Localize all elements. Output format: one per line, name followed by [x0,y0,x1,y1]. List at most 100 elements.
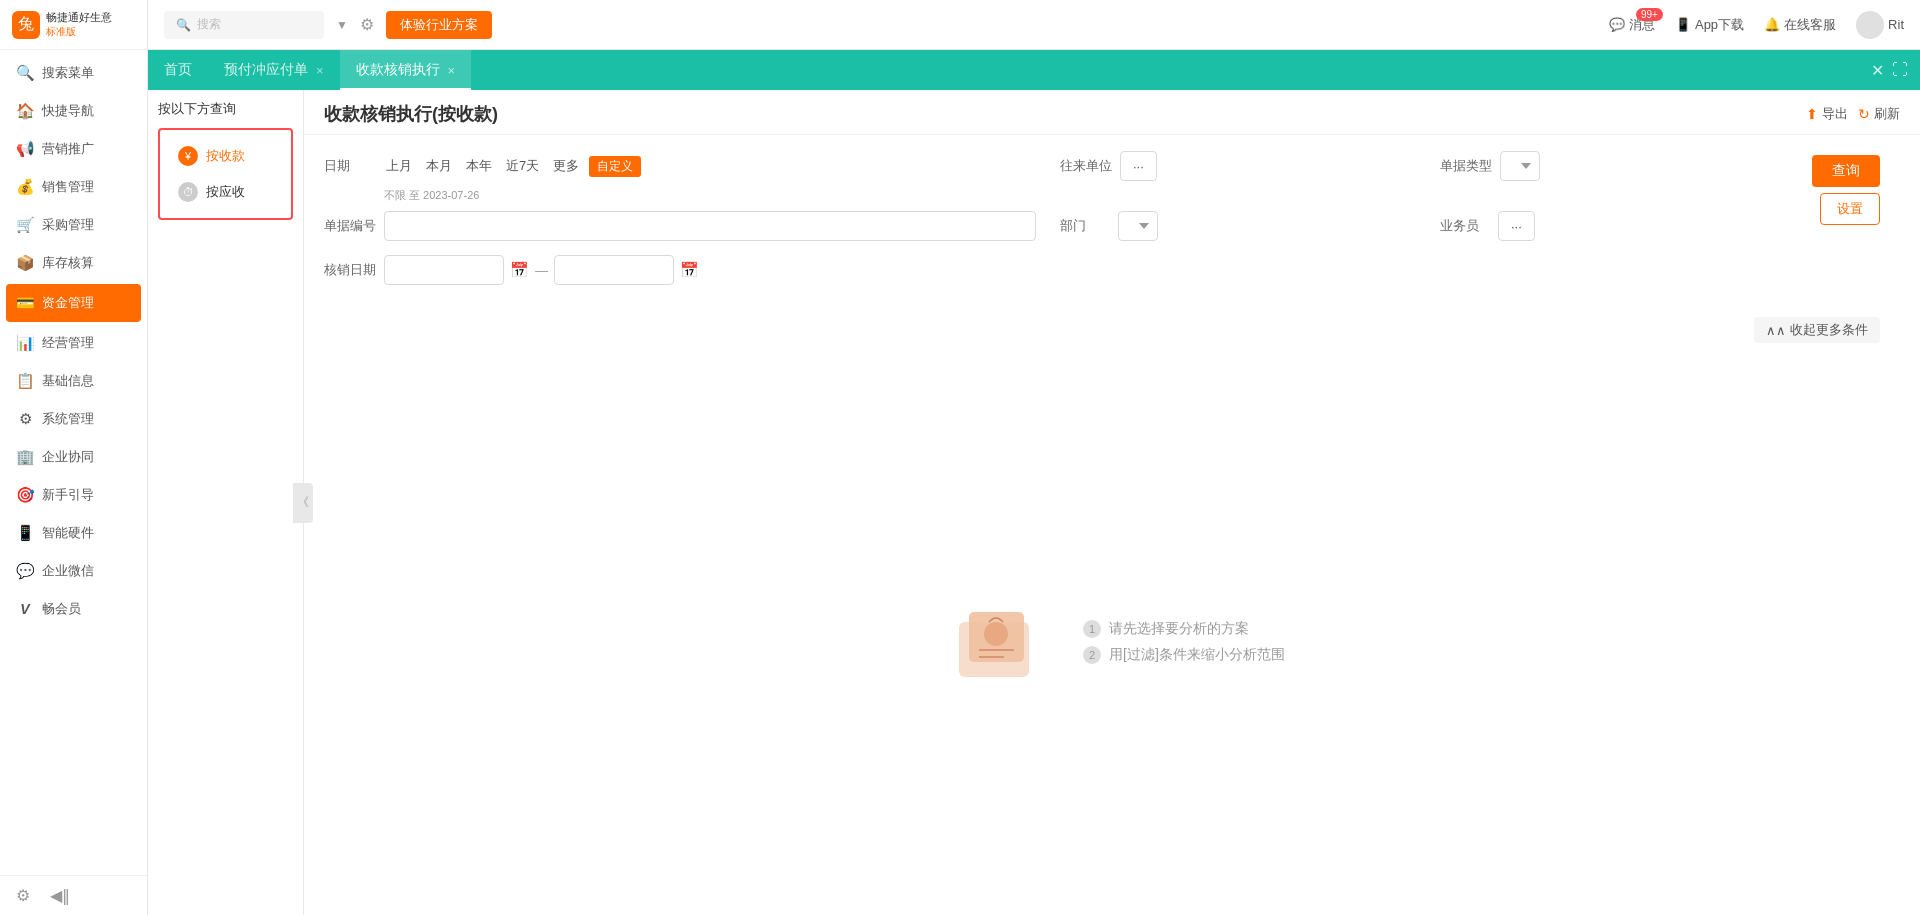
collapse-sidebar-icon[interactable]: ◀‖ [50,886,70,905]
main-content: 收款核销执行(按收款) ⬆ 导出 ↻ 刷新 [304,90,1920,915]
date-this-month[interactable]: 本月 [422,155,456,177]
verify-date-end[interactable]: 2023-07-21 [554,255,674,285]
empty-illustration [939,592,1059,692]
page-header: 收款核销执行(按收款) ⬆ 导出 ↻ 刷新 [304,90,1920,135]
query-btn-group: 查询 设置 [1812,151,1900,225]
filter-by-collection[interactable]: ¥ 按收款 [168,138,283,174]
collapse-filter-btn[interactable]: 《 [293,483,313,523]
tab-collection-verify[interactable]: 收款核销执行 × [340,50,472,90]
verify-date-range: 2023-03-01 📅 — 2023-07-21 📅 [384,255,699,285]
sidebar-item-system[interactable]: ⚙ 系统管理 [0,400,147,438]
wechat-icon: 💬 [16,562,34,580]
verify-date-label: 核销日期 [324,261,376,279]
filter-panel: 按以下方查询 ¥ 按收款 ⏱ 按应收 《 [148,90,304,915]
date-custom-tag[interactable]: 自定义 [589,156,641,177]
collection-icon: ¥ [178,146,198,166]
date-this-year[interactable]: 本年 [462,155,496,177]
verify-end-cal-icon[interactable]: 📅 [680,261,699,279]
staff-label: 业务员 [1440,217,1490,235]
message-btn[interactable]: 💬 消息 99+ [1609,16,1655,34]
sidebar-item-hardware[interactable]: 📱 智能硬件 [0,514,147,552]
collapse-more-btn[interactable]: ∧∧ 收起更多条件 [1754,317,1880,343]
settings-bottom-icon[interactable]: ⚙ [16,886,30,905]
counterparty-input[interactable]: ··· [1120,151,1157,181]
search-placeholder: 搜索 [197,16,221,33]
sidebar-item-member[interactable]: V 畅会员 [0,590,147,628]
sidebar-item-sales[interactable]: 💰 销售管理 [0,168,147,206]
sidebar-item-wechat[interactable]: 💬 企业微信 [0,552,147,590]
date-label: 日期 [324,157,374,175]
form-row-2: 单据编号 部门 业务员 ··· [324,211,1796,241]
sidebar-item-marketing[interactable]: 📢 营销推广 [0,130,147,168]
export-btn[interactable]: ⬆ 导出 [1806,105,1848,123]
marketing-icon: 📢 [16,140,34,158]
refresh-btn[interactable]: ↻ 刷新 [1858,105,1900,123]
topbar: 🔍 搜索 ▼ ⚙ 体验行业方案 💬 消息 99+ 📱 App下载 🔔 在线客服 … [148,0,1920,50]
topbar-search[interactable]: 🔍 搜索 [164,11,324,39]
finance-icon: 💳 [16,294,34,312]
date-last-month[interactable]: 上月 [382,155,416,177]
form-row-3: 核销日期 2023-03-01 📅 — 2023-07-21 📅 [324,255,1796,285]
empty-text: 1 请先选择要分析的方案 2 用[过滤]条件来缩小分析范围 [1083,620,1285,664]
sidebar-item-guide[interactable]: 🎯 新手引导 [0,476,147,514]
bill-type-select[interactable] [1500,151,1540,181]
date-more[interactable]: 更多 [549,155,583,177]
settings-button[interactable]: 设置 [1820,193,1880,225]
form-row-1: 日期 上月 本月 本年 近7天 更多 自定义 [324,151,1796,181]
dept-select[interactable] [1118,211,1158,241]
member-icon: V [16,600,34,618]
sidebar-item-basic[interactable]: 📋 基础信息 [0,362,147,400]
receivable-icon: ⏱ [178,182,198,202]
sidebar-item-inventory[interactable]: 📦 库存核算 [0,244,147,282]
verify-date-start[interactable]: 2023-03-01 [384,255,504,285]
search-icon: 🔍 [16,64,34,82]
search-topbar-icon: 🔍 [176,18,191,32]
sidebar-item-purchase[interactable]: 🛒 采购管理 [0,206,147,244]
staff-input[interactable]: ··· [1498,211,1535,241]
export-icon: ⬆ [1806,106,1818,122]
user-avatar-area[interactable]: Rit [1856,11,1904,39]
empty-hint-1: 1 请先选择要分析的方案 [1083,620,1285,638]
bill-type-label: 单据类型 [1440,157,1492,175]
online-service-btn[interactable]: 🔔 在线客服 [1764,16,1836,34]
app-download-btn[interactable]: 📱 App下载 [1675,16,1744,34]
date-shortcuts: 上月 本月 本年 近7天 更多 自定义 [382,155,641,177]
tab-verify-close[interactable]: × [448,63,456,78]
sidebar-item-search-menu[interactable]: 🔍 搜索菜单 [0,54,147,92]
page-title: 收款核销执行(按收款) [324,102,498,126]
message-icon: 💬 [1609,17,1625,32]
verify-start-cal-icon[interactable]: 📅 [510,261,529,279]
refresh-icon: ↻ [1858,106,1870,122]
date-range-sub: 不限 至 2023-07-26 [384,189,479,201]
topbar-gear-icon[interactable]: ⚙ [360,15,374,34]
counterparty-label: 往来单位 [1060,157,1112,175]
sidebar-item-enterprise[interactable]: 🏢 企业协同 [0,438,147,476]
app-logo: 兔 畅捷通好生意 标准版 [0,0,147,50]
page-actions: ⬆ 导出 ↻ 刷新 [1806,105,1900,123]
tab-prepay-close[interactable]: × [316,63,324,78]
filter-by-receivable[interactable]: ⏱ 按应收 [168,174,283,210]
tabbar-actions: ✕ ⛶ [1871,61,1920,80]
query-button[interactable]: 查询 [1812,155,1880,187]
tab-prepay[interactable]: 预付冲应付单 × [208,50,340,90]
close-tab-btn[interactable]: ✕ [1871,61,1884,80]
sidebar-bottom: ⚙ ◀‖ [0,875,147,915]
home-icon: 🏠 [16,102,34,120]
bill-no-input[interactable] [384,211,1036,241]
dropdown-arrow-icon[interactable]: ▼ [336,18,348,32]
topbar-right: 💬 消息 99+ 📱 App下载 🔔 在线客服 Rit [1609,11,1904,39]
sidebar-item-operation[interactable]: 📊 经营管理 [0,324,147,362]
purchase-icon: 🛒 [16,216,34,234]
sidebar-menu: 🔍 搜索菜单 🏠 快捷导航 📢 营销推广 💰 销售管理 🛒 采购管理 📦 库存核… [0,50,147,875]
sidebar-item-quick-nav[interactable]: 🏠 快捷导航 [0,92,147,130]
tab-home[interactable]: 首页 [148,50,208,90]
solution-button[interactable]: 体验行业方案 [386,11,492,39]
empty-hint-2: 2 用[过滤]条件来缩小分析范围 [1083,646,1285,664]
sidebar-item-finance[interactable]: 💳 资金管理 [6,284,141,322]
date-7-days[interactable]: 近7天 [502,155,543,177]
filter-options-border: ¥ 按收款 ⏱ 按应收 [158,128,293,220]
dept-label: 部门 [1060,217,1110,235]
fullscreen-btn[interactable]: ⛶ [1892,61,1908,79]
main-area: 🔍 搜索 ▼ ⚙ 体验行业方案 💬 消息 99+ 📱 App下载 🔔 在线客服 … [148,0,1920,915]
collapse-more-area: ∧∧ 收起更多条件 [324,313,1900,353]
